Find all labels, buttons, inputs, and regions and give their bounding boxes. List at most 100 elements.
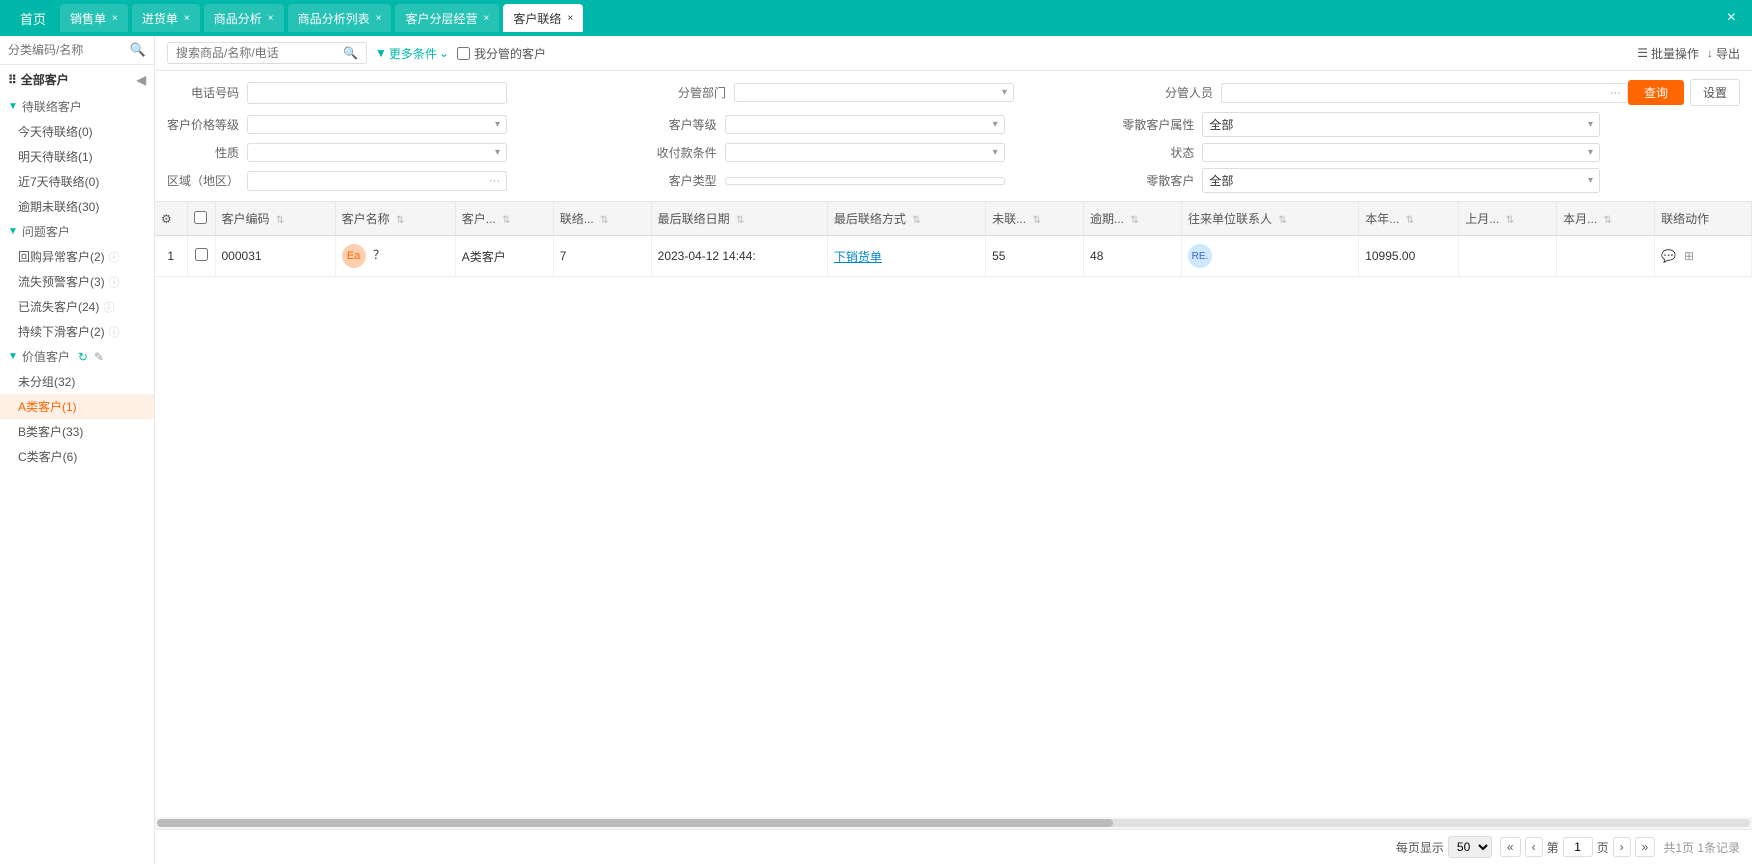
sidebar-item-tomorrow-pending[interactable]: 明天待联络(1) [0, 144, 154, 169]
nature-label: 性质 [167, 144, 247, 161]
tab-purchase-order[interactable]: 进货单 × [132, 4, 200, 32]
row-overdue: 48 [1084, 236, 1182, 277]
sort-icon[interactable]: ⇅ [1130, 215, 1138, 226]
sidebar-item-class-c[interactable]: C类客户(6) [0, 444, 154, 469]
prev-page-button[interactable]: ‹ [1525, 837, 1543, 857]
manager-select[interactable]: ··· [1221, 83, 1628, 103]
batch-operations-button[interactable]: ☰ 批量操作 [1637, 45, 1699, 62]
chat-icon[interactable]: 💬 [1661, 249, 1676, 263]
region-select[interactable]: ··· [247, 171, 507, 191]
query-button[interactable]: 查询 [1628, 80, 1684, 105]
next-page-button[interactable]: › [1613, 837, 1631, 857]
phone-input[interactable] [247, 82, 507, 104]
table-scroll-area[interactable]: ⚙ 客户编码 ⇅ 客户名称 ⇅ [155, 202, 1752, 817]
sidebar-item-today-pending[interactable]: 今天待联络(0) [0, 119, 154, 144]
tab-customer-segment[interactable]: 客户分层经营 × [395, 4, 499, 32]
sort-icon[interactable]: ⇅ [1032, 215, 1040, 226]
dept-select[interactable]: ▾ [734, 83, 1014, 102]
sort-icon[interactable]: ⇅ [276, 215, 284, 226]
more-icon[interactable]: ··· [489, 175, 500, 187]
sort-icon[interactable]: ⇅ [1406, 215, 1414, 226]
col-settings[interactable]: ⚙ [155, 202, 187, 236]
close-icon[interactable]: × [567, 13, 573, 24]
sidebar-item-churned[interactable]: 已流失客户(24) ⓘ [0, 294, 154, 319]
sort-icon[interactable]: ⇅ [912, 215, 920, 226]
search-icon[interactable]: 🔍 [343, 46, 358, 60]
sort-icon[interactable]: ⇅ [396, 215, 404, 226]
chevron-down-icon: ⌄ [439, 46, 449, 60]
customer-level-select[interactable]: ▾ [725, 115, 1005, 134]
price-level-select[interactable]: ▾ [247, 115, 507, 134]
col-checkbox[interactable] [187, 202, 215, 236]
col-action: 联络动作 [1655, 202, 1752, 236]
my-customers-check[interactable] [457, 47, 470, 60]
filter-field-retail-customer: 零散客户 全部 ▾ [1122, 168, 1600, 193]
search-input[interactable] [176, 46, 339, 60]
sort-icon[interactable]: ⇅ [600, 215, 608, 226]
sidebar-group-pending[interactable]: ▼ 待联络客户 [0, 94, 154, 119]
grid-action-icon[interactable]: ⊞ [1684, 249, 1694, 263]
scrollbar-thumb[interactable] [157, 819, 1113, 827]
tab-customer-contact[interactable]: 客户联络 × [503, 4, 583, 32]
close-icon[interactable]: × [268, 13, 274, 24]
sort-icon[interactable]: ⇅ [1278, 215, 1286, 226]
settings-button[interactable]: 设置 [1690, 79, 1740, 106]
sidebar-group-problem[interactable]: ▼ 问题客户 [0, 219, 154, 244]
horizontal-scrollbar[interactable] [155, 817, 1752, 829]
payment-select[interactable]: ▾ [725, 143, 1005, 162]
more-filters-button[interactable]: ▼ 更多条件 ⌄ [375, 45, 449, 62]
home-tab[interactable]: 首页 [8, 9, 58, 28]
sidebar-group-value[interactable]: ▼ 价值客户 ↻ ✎ [0, 344, 154, 369]
search-icon[interactable]: 🔍 [130, 42, 146, 58]
page-number-input[interactable] [1563, 837, 1593, 857]
row-action: 💬 ⊞ [1655, 236, 1752, 277]
retail-customer-select[interactable]: 全部 ▾ [1202, 168, 1600, 193]
export-button[interactable]: ↓ 导出 [1707, 45, 1740, 62]
last-method-link[interactable]: 下销货单 [834, 250, 882, 264]
refresh-icon[interactable]: ↻ [78, 350, 88, 364]
edit-icon[interactable]: ✎ [94, 350, 104, 364]
table-area: ⚙ 客户编码 ⇅ 客户名称 ⇅ [155, 202, 1752, 864]
export-label: 导出 [1716, 45, 1740, 62]
sort-icon[interactable]: ⇅ [1604, 215, 1612, 226]
chevron-down-icon: ▾ [1588, 175, 1593, 186]
close-icon[interactable]: × [184, 13, 190, 24]
row-checkbox[interactable] [195, 248, 208, 261]
close-icon[interactable]: × [483, 13, 489, 24]
sort-icon[interactable]: ⇅ [1506, 215, 1514, 226]
tab-product-analysis-list[interactable]: 商品分析列表 × [288, 4, 392, 32]
nature-select[interactable]: ▾ [247, 143, 507, 162]
collapse-icon[interactable]: ◀ [137, 73, 146, 87]
col-label: 本月... [1563, 212, 1597, 226]
sidebar-item-7days-pending[interactable]: 近7天待联络(0) [0, 169, 154, 194]
retail-attr-select[interactable]: 全部 ▾ [1202, 112, 1600, 137]
first-page-button[interactable]: « [1500, 837, 1521, 857]
sort-icon[interactable]: ⇅ [736, 215, 744, 226]
window-close-button[interactable]: × [1719, 9, 1744, 27]
sidebar-item-declining[interactable]: 持续下滑客户(2) ⓘ [0, 319, 154, 344]
col-label: 最后联络日期 [658, 212, 730, 226]
sidebar-item-class-b[interactable]: B类客户(33) [0, 419, 154, 444]
tab-product-analysis[interactable]: 商品分析 × [204, 4, 284, 32]
sidebar-item-repurchase-abnormal[interactable]: 回购异常客户(2) ⓘ [0, 244, 154, 269]
sidebar-search-input[interactable] [8, 43, 126, 57]
select-all-checkbox[interactable] [194, 211, 207, 224]
tab-sales-order[interactable]: 销售单 × [60, 4, 128, 32]
item-label: C类客户(6) [18, 448, 77, 465]
sidebar-item-overdue[interactable]: 逾期未联络(30) [0, 194, 154, 219]
all-customers-label: 全部客户 [21, 71, 69, 88]
close-icon[interactable]: × [376, 13, 382, 24]
scrollbar-track[interactable] [157, 819, 1750, 827]
filter-field-retail-attr: 零散客户属性 全部 ▾ [1122, 112, 1600, 137]
my-customers-checkbox[interactable]: 我分管的客户 [457, 45, 546, 62]
more-icon[interactable]: ··· [1610, 87, 1621, 99]
close-icon[interactable]: × [112, 13, 118, 24]
sort-icon[interactable]: ⇅ [502, 215, 510, 226]
last-page-button[interactable]: » [1635, 837, 1656, 857]
status-select[interactable]: ▾ [1202, 143, 1600, 162]
sidebar-item-ungrouped[interactable]: 未分组(32) [0, 369, 154, 394]
customer-type-select[interactable] [725, 177, 1005, 185]
page-size-select[interactable]: 50 [1448, 836, 1492, 858]
sidebar-item-churn-warning[interactable]: 流失预警客户(3) ⓘ [0, 269, 154, 294]
sidebar-item-class-a[interactable]: A类客户(1) [0, 394, 154, 419]
